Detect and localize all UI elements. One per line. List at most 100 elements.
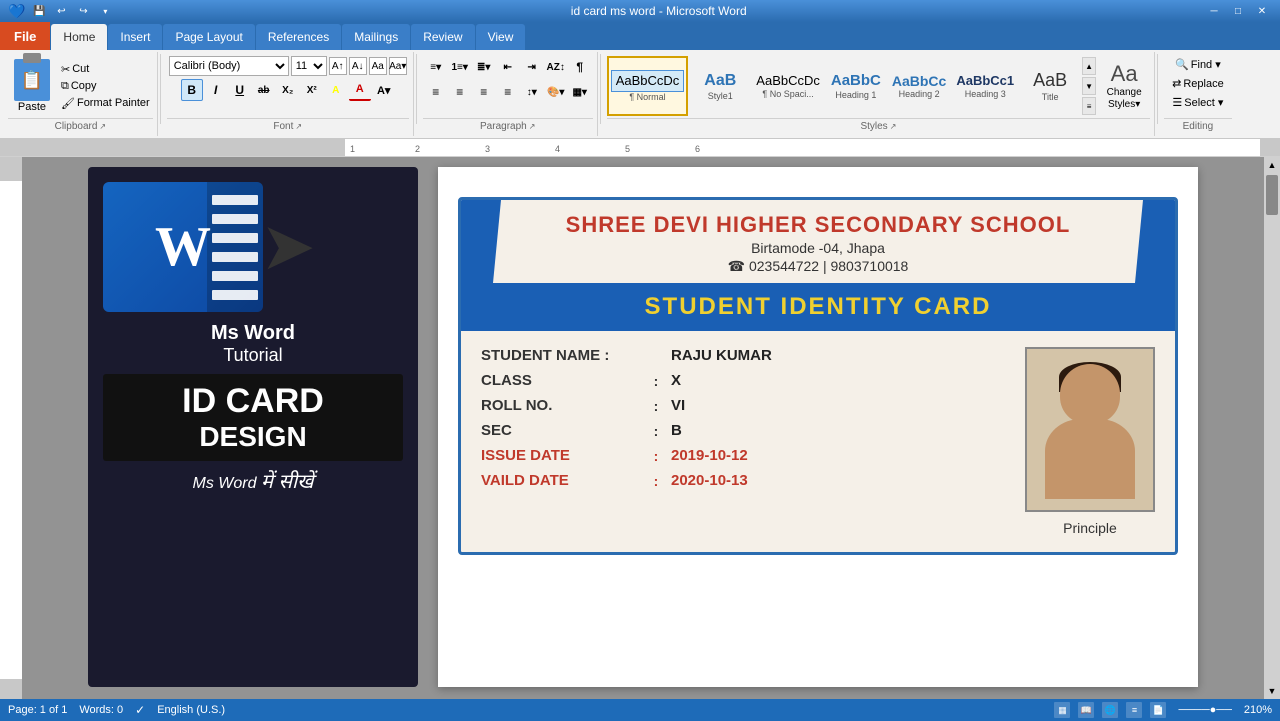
underline-button[interactable]: U <box>229 79 251 101</box>
styles-gallery: AaBbCcDc ¶ Normal AaB Style1 AaBbCcDc ¶ … <box>607 56 1080 116</box>
clear-formatting-button[interactable]: Aa <box>369 57 387 75</box>
phone-number: 023544722 | 9803710018 <box>749 258 908 274</box>
numbering-button[interactable]: 1≡▾ <box>449 56 471 78</box>
doc-scroll[interactable]: W ➤ Ms Wor <box>22 157 1264 699</box>
find-button[interactable]: 🔍 Find ▾ <box>1169 56 1227 73</box>
tab-references[interactable]: References <box>256 24 341 50</box>
scroll-thumb[interactable] <box>1266 175 1278 215</box>
subscript-button[interactable]: X₂ <box>277 79 299 101</box>
replace-button[interactable]: ⇄ Replace <box>1166 75 1230 92</box>
close-button[interactable]: ✕ <box>1252 3 1272 19</box>
restore-button[interactable]: □ <box>1228 3 1248 19</box>
quick-save[interactable]: 💾 <box>31 3 47 19</box>
copy-button[interactable]: ⧉ Copy <box>58 79 153 94</box>
tab-home[interactable]: Home <box>51 24 107 50</box>
styles-expand-icon[interactable]: ↗ <box>890 122 897 131</box>
gallery-down-button[interactable]: ▼ <box>1082 77 1096 95</box>
gallery-scroll: ▲ ▼ ≡ <box>1082 57 1096 115</box>
bullets-button[interactable]: ≡▾ <box>425 56 447 78</box>
school-name: SHREE DEVI HIGHER SECONDARY SCHOOL <box>481 212 1155 238</box>
view-draft-button[interactable]: 📄 <box>1150 702 1166 718</box>
divider-3 <box>600 54 601 124</box>
bold-button[interactable]: B <box>181 79 203 101</box>
style-heading2[interactable]: AaBbCc Heading 2 <box>888 56 950 116</box>
style-heading3[interactable]: AaBbCc1 Heading 3 <box>952 56 1018 116</box>
view-outline-button[interactable]: ≡ <box>1126 702 1142 718</box>
format-painter-icon: 🖌 <box>61 97 75 110</box>
zoom-slider[interactable]: ────●── <box>1178 704 1231 716</box>
style-heading1[interactable]: AaBbC Heading 1 <box>826 56 886 116</box>
minimize-button[interactable]: ─ <box>1204 3 1224 19</box>
scroll-up-button[interactable]: ▲ <box>1264 157 1280 173</box>
spelling-icon[interactable]: ✓ <box>135 703 145 717</box>
language[interactable]: English (U.S.) <box>157 704 225 716</box>
font-face-select[interactable]: Calibri (Body) <box>169 56 289 76</box>
change-styles-icon: Aa <box>1111 61 1138 87</box>
tab-view[interactable]: View <box>476 24 526 50</box>
view-normal-button[interactable]: ▦ <box>1054 702 1070 718</box>
class-row: CLASS : X <box>481 372 1009 389</box>
select-button[interactable]: ☰ Select ▾ <box>1166 94 1229 111</box>
style-style1[interactable]: AaB Style1 <box>690 56 750 116</box>
font-expand-icon[interactable]: ↗ <box>295 122 302 131</box>
font-color-button[interactable]: A▾ <box>373 79 395 101</box>
tab-insert[interactable]: Insert <box>108 24 162 50</box>
decrease-indent-button[interactable]: ⇤ <box>497 56 519 78</box>
superscript-button[interactable]: X² <box>301 79 323 101</box>
cut-button[interactable]: ✂ Cut <box>58 62 153 77</box>
gallery-up-button[interactable]: ▲ <box>1082 57 1096 75</box>
shading-button[interactable]: 🎨▾ <box>545 81 567 103</box>
sec-colon: : <box>641 423 671 439</box>
format-painter-button[interactable]: 🖌 Format Painter <box>58 96 153 111</box>
text-highlight-button[interactable]: A <box>325 79 347 101</box>
strikethrough-button[interactable]: ab <box>253 79 275 101</box>
align-center-button[interactable]: ≡ <box>449 81 471 103</box>
tab-mailings[interactable]: Mailings <box>342 24 410 50</box>
id-card-document[interactable]: SHREE DEVI HIGHER SECONDARY SCHOOL Birta… <box>438 167 1198 687</box>
border-button[interactable]: ▦▾ <box>569 81 591 103</box>
student-name-label: STUDENT NAME : <box>481 347 641 364</box>
view-web-button[interactable]: 🌐 <box>1102 702 1118 718</box>
font-increase-button[interactable]: A↑ <box>329 57 347 75</box>
tutorial-labels: Ms Word Tutorial <box>211 322 295 366</box>
ms-learn: Ms Word में सीखें <box>192 467 313 494</box>
status-right: ▦ 📖 🌐 ≡ 📄 ────●── 210% <box>1054 702 1272 718</box>
title-bar-right: ─ □ ✕ <box>1204 3 1272 19</box>
right-scrollbar: ▲ ▼ <box>1264 157 1280 699</box>
change-styles-button[interactable]: Aa ChangeStyles▾ <box>1098 59 1150 113</box>
no-spacing-preview: AaBbCcDc <box>756 73 820 89</box>
scroll-down-button[interactable]: ▼ <box>1264 683 1280 699</box>
paragraph-expand-icon[interactable]: ↗ <box>529 122 536 131</box>
scroll-track <box>1264 173 1280 683</box>
student-name-row: STUDENT NAME : RAJU KUMAR <box>481 347 1009 364</box>
text-color-button[interactable]: A <box>349 79 371 101</box>
align-right-button[interactable]: ≡ <box>473 81 495 103</box>
line-spacing-button[interactable]: ↕▾ <box>521 81 543 103</box>
style-normal[interactable]: AaBbCcDc ¶ Normal <box>607 56 689 116</box>
paste-button[interactable]: 📋 Paste <box>8 57 56 115</box>
tab-file[interactable]: File <box>0 22 50 50</box>
font-size-select[interactable]: 11 <box>291 56 327 76</box>
multilevel-button[interactable]: ≣▾ <box>473 56 495 78</box>
style-title[interactable]: AaB Title <box>1020 56 1080 116</box>
show-marks-button[interactable]: ¶ <box>569 56 591 78</box>
ruler-num-5: 5 <box>625 144 630 154</box>
italic-button[interactable]: I <box>205 79 227 101</box>
font-decrease-button[interactable]: A↓ <box>349 57 367 75</box>
tab-review[interactable]: Review <box>411 24 474 50</box>
increase-indent-button[interactable]: ⇥ <box>521 56 543 78</box>
font-group: Calibri (Body) 11 A↑ A↓ Aa Aa▾ B I U ab … <box>163 52 414 136</box>
align-left-button[interactable]: ≡ <box>425 81 447 103</box>
paragraph-label: Paragraph ↗ <box>423 118 593 134</box>
view-reader-button[interactable]: 📖 <box>1078 702 1094 718</box>
style-no-spacing[interactable]: AaBbCcDc ¶ No Spaci... <box>752 56 824 116</box>
gallery-more-button[interactable]: ≡ <box>1082 97 1096 115</box>
sort-button[interactable]: AZ↕ <box>545 56 567 78</box>
quick-undo[interactable]: ↩ <box>53 3 69 19</box>
clipboard-expand-icon[interactable]: ↗ <box>99 122 106 131</box>
change-case-button[interactable]: Aa▾ <box>389 57 407 75</box>
tab-page-layout[interactable]: Page Layout <box>163 24 254 50</box>
justify-button[interactable]: ≡ <box>497 81 519 103</box>
quick-access-more[interactable]: ▾ <box>97 3 113 19</box>
quick-redo[interactable]: ↪ <box>75 3 91 19</box>
